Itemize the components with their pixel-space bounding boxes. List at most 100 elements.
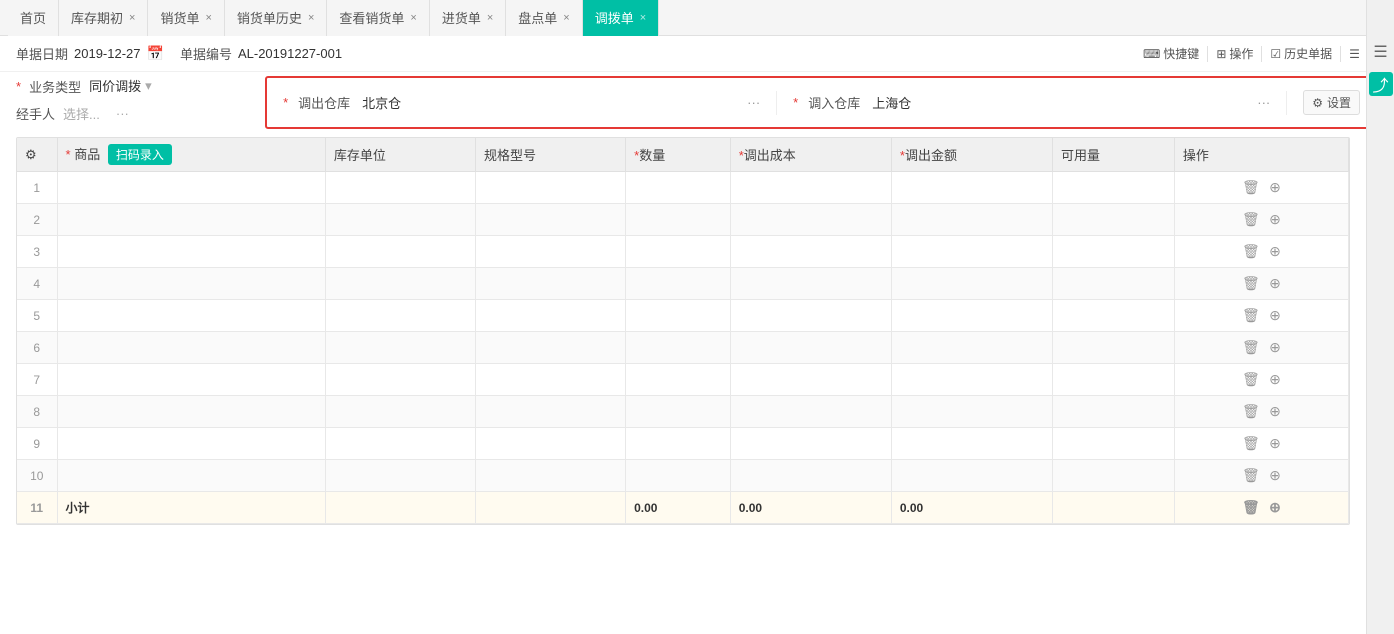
close-sales-history[interactable]: ×	[308, 12, 314, 24]
cell-cost	[730, 300, 891, 332]
sidebar-share-icon[interactable]: ⤴	[1369, 72, 1393, 96]
cell-unit	[325, 300, 475, 332]
cell-spec	[475, 204, 625, 236]
scan-enter-button[interactable]: 扫码录入	[108, 144, 172, 165]
cell-spec	[475, 236, 625, 268]
cell-spec	[475, 172, 625, 204]
cell-product[interactable]	[57, 428, 325, 460]
form-header: 单据日期 2019-12-27 📅 单据编号 AL-20191227-001 ⌨…	[0, 36, 1394, 72]
th-settings[interactable]: ⚙	[17, 138, 57, 172]
row-copy-icon[interactable]: ⊕	[1269, 403, 1281, 419]
cell-available	[1053, 172, 1175, 204]
cell-qty[interactable]	[626, 460, 731, 492]
table-row: 3 🗑 ⊕	[17, 236, 1349, 268]
sidebar-list-icon[interactable]: ☰	[1369, 40, 1393, 64]
shortcut-key-button[interactable]: ⌨ 快捷键	[1143, 45, 1199, 62]
cell-product[interactable]	[57, 332, 325, 364]
row-copy-icon[interactable]: ⊕	[1269, 467, 1281, 483]
list-view-icon: ☰	[1349, 47, 1360, 61]
cell-product[interactable]	[57, 236, 325, 268]
row-copy-icon[interactable]: ⊕	[1269, 275, 1281, 291]
warehouse-in-more[interactable]: ···	[1257, 95, 1270, 110]
close-sales-order[interactable]: ×	[205, 12, 211, 24]
handler-more-icon[interactable]: ···	[116, 106, 129, 121]
cell-qty[interactable]	[626, 172, 731, 204]
row-delete-icon[interactable]: 🗑	[1242, 435, 1260, 451]
tab-view-sales[interactable]: 查看销货单 ×	[327, 0, 429, 36]
history-button[interactable]: ☑ 历史单据	[1270, 45, 1332, 62]
close-view-sales[interactable]: ×	[410, 12, 416, 24]
transfer-table: ⚙ * 商品 扫码录入 库存单位 规格型号 *数量 *调出成本 *调出金额 可用…	[17, 138, 1349, 524]
row-delete-icon[interactable]: 🗑	[1242, 307, 1260, 323]
cell-spec	[475, 268, 625, 300]
row-delete-icon[interactable]: 🗑	[1242, 499, 1260, 515]
row-copy-icon[interactable]: ⊕	[1269, 179, 1281, 195]
row-copy-icon[interactable]: ⊕	[1269, 211, 1281, 227]
cell-product[interactable]	[57, 364, 325, 396]
th-product: * 商品 扫码录入	[57, 138, 325, 172]
table-header-row: ⚙ * 商品 扫码录入 库存单位 规格型号 *数量 *调出成本 *调出金额 可用…	[17, 138, 1349, 172]
cell-available	[1053, 396, 1175, 428]
th-available: 可用量	[1053, 138, 1175, 172]
row-num: 6	[17, 332, 57, 364]
cell-product[interactable]	[57, 172, 325, 204]
ops-button[interactable]: ⊞ 操作	[1216, 45, 1253, 62]
th-amount: *调出金额	[891, 138, 1052, 172]
cell-qty[interactable]	[626, 268, 731, 300]
settings-button[interactable]: ⚙ 设置	[1303, 90, 1360, 115]
tab-transfer-order[interactable]: 调拨单 ×	[583, 0, 659, 36]
cell-available	[1053, 428, 1175, 460]
row-copy-icon[interactable]: ⊕	[1269, 243, 1281, 259]
data-table-container: ⚙ * 商品 扫码录入 库存单位 规格型号 *数量 *调出成本 *调出金额 可用…	[16, 137, 1350, 525]
table-row: 6 🗑 ⊕	[17, 332, 1349, 364]
cell-qty[interactable]	[626, 332, 731, 364]
row-num: 5	[17, 300, 57, 332]
row-delete-icon[interactable]: 🗑	[1242, 467, 1260, 483]
cell-product[interactable]	[57, 268, 325, 300]
tab-inventory-init[interactable]: 库存期初 ×	[59, 0, 148, 36]
view-toggle-list[interactable]: ☰	[1349, 47, 1360, 61]
tab-purchase-order[interactable]: 进货单 ×	[430, 0, 506, 36]
row-copy-icon[interactable]: ⊕	[1269, 499, 1281, 515]
row-copy-icon[interactable]: ⊕	[1269, 371, 1281, 387]
cell-product[interactable]	[57, 460, 325, 492]
row-delete-icon[interactable]: 🗑	[1242, 339, 1260, 355]
cell-cost	[730, 428, 891, 460]
cell-qty[interactable]	[626, 236, 731, 268]
row-delete-icon[interactable]: 🗑	[1242, 243, 1260, 259]
row-delete-icon[interactable]: 🗑	[1242, 371, 1260, 387]
cell-unit	[325, 236, 475, 268]
row-delete-icon[interactable]: 🗑	[1242, 211, 1260, 227]
cell-qty[interactable]	[626, 428, 731, 460]
calendar-icon[interactable]: 📅	[147, 45, 164, 62]
cell-amount	[891, 172, 1052, 204]
close-inventory-init[interactable]: ×	[129, 12, 135, 24]
tab-home[interactable]: 首页	[8, 0, 59, 36]
cell-qty[interactable]	[626, 300, 731, 332]
th-unit: 库存单位	[325, 138, 475, 172]
close-inventory-check[interactable]: ×	[563, 12, 569, 24]
tab-sales-order[interactable]: 销货单 ×	[148, 0, 224, 36]
close-purchase-order[interactable]: ×	[487, 12, 493, 24]
table-row: 11 小计 0.00 0.00 0.00 🗑 ⊕	[17, 492, 1349, 524]
row-copy-icon[interactable]: ⊕	[1269, 307, 1281, 323]
tab-sales-history[interactable]: 销货单历史 ×	[225, 0, 327, 36]
cell-amount	[891, 268, 1052, 300]
cell-product[interactable]	[57, 300, 325, 332]
cell-qty[interactable]	[626, 364, 731, 396]
row-copy-icon[interactable]: ⊕	[1269, 435, 1281, 451]
row-delete-icon[interactable]: 🗑	[1242, 403, 1260, 419]
cell-qty[interactable]	[626, 204, 731, 236]
close-transfer-order[interactable]: ×	[640, 12, 646, 24]
business-type-dropdown[interactable]: ▾	[145, 78, 152, 94]
row-delete-icon[interactable]: 🗑	[1242, 179, 1260, 195]
tab-inventory-check[interactable]: 盘点单 ×	[506, 0, 582, 36]
cell-product[interactable]	[57, 204, 325, 236]
row-delete-icon[interactable]: 🗑	[1242, 275, 1260, 291]
cell-qty[interactable]	[626, 396, 731, 428]
row-copy-icon[interactable]: ⊕	[1269, 339, 1281, 355]
cell-product[interactable]	[57, 396, 325, 428]
warehouse-out-more[interactable]: ···	[747, 95, 760, 110]
business-type-field: * 业务类型 同价调拨 ▾	[16, 76, 249, 96]
warehouse-section: * 调出仓库 北京仓 ··· * 调入仓库 上海仓 ··· ⚙ 设置	[265, 76, 1378, 129]
